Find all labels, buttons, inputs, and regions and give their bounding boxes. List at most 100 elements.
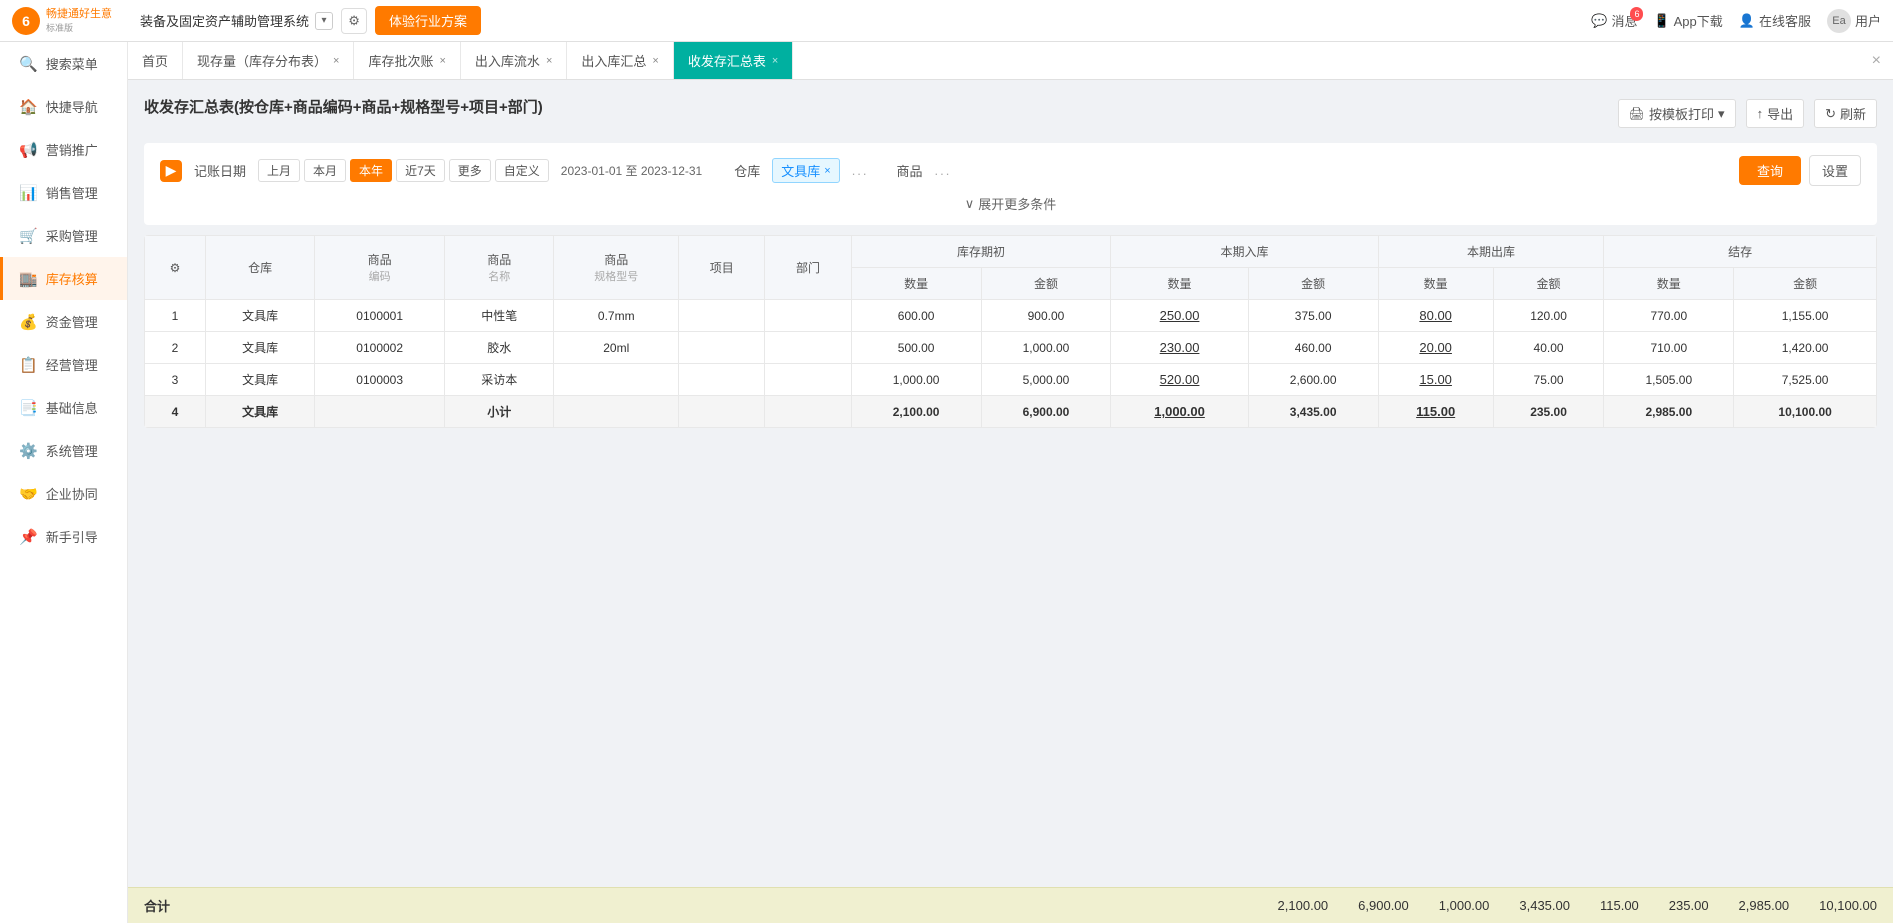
- tab-batch-ledger[interactable]: 库存批次账 ×: [354, 42, 460, 80]
- cell-out-qty[interactable]: 115.00: [1378, 396, 1493, 428]
- date-btn-this-month[interactable]: 本月: [304, 159, 346, 182]
- date-btn-this-year[interactable]: 本年: [350, 159, 392, 182]
- sidebar-label-quick-nav: 快捷导航: [46, 97, 98, 116]
- sidebar-item-finance[interactable]: 💰 资金管理: [0, 300, 127, 343]
- cell-warehouse: 文具库: [205, 332, 314, 364]
- cell-init-qty: 2,100.00: [851, 396, 981, 428]
- print-btn[interactable]: 🖨 按模板打印 ▾: [1618, 99, 1736, 128]
- th-in-qty: 数量: [1111, 268, 1248, 300]
- table-settings-header[interactable]: ⚙: [145, 236, 206, 300]
- top-bar: 6 畅捷通好生意 标准版 装备及固定资产辅助管理系统 ▾ ⚙ 体验行业方案 💬 …: [0, 0, 1893, 42]
- cell-in-qty[interactable]: 250.00: [1111, 300, 1248, 332]
- cell-code: 0100002: [315, 332, 445, 364]
- date-btn-last-month[interactable]: 上月: [258, 159, 300, 182]
- warehouse-filter-label: 仓库: [734, 161, 760, 180]
- tab-bar: 首页 现存量（库存分布表） × 库存批次账 × 出入库流水 × 出入库汇总 × …: [128, 42, 1893, 80]
- cell-in-qty[interactable]: 520.00: [1111, 364, 1248, 396]
- cell-out-amt: 120.00: [1493, 300, 1604, 332]
- gear-icon-btn[interactable]: ⚙: [341, 8, 367, 34]
- cell-no: 3: [145, 364, 206, 396]
- online-service-btn[interactable]: 👤 在线客服: [1739, 11, 1811, 30]
- cell-spec: [554, 396, 679, 428]
- sidebar-item-inventory[interactable]: 🏬 库存核算: [0, 257, 127, 300]
- warehouse-tag-close[interactable]: ×: [824, 165, 830, 177]
- cell-in-qty[interactable]: 1,000.00: [1111, 396, 1248, 428]
- date-btn-custom[interactable]: 自定义: [495, 159, 549, 182]
- tab-in-out-flow-close[interactable]: ×: [546, 55, 552, 67]
- sidebar-item-system[interactable]: ⚙️ 系统管理: [0, 429, 127, 472]
- home-icon: 🏠: [19, 98, 38, 116]
- page-footer: 合计 2,100.00 6,900.00 1,000.00 3,435.00 1…: [128, 887, 1893, 923]
- goods-ellipsis[interactable]: ...: [935, 163, 952, 178]
- user-area[interactable]: Ea 用户: [1827, 9, 1881, 33]
- sidebar-item-sales[interactable]: 📊 销售管理: [0, 171, 127, 214]
- footer-bal-amt: 10,100.00: [1819, 898, 1877, 913]
- cell-project: [679, 332, 765, 364]
- sidebar: 🔍 搜索菜单 🏠 快捷导航 📢 营销推广 📊 销售管理 🛒 采购管理 🏬 库存核…: [0, 42, 128, 923]
- cell-out-qty[interactable]: 15.00: [1378, 364, 1493, 396]
- expand-conditions-btn[interactable]: ∨ 展开更多条件: [965, 194, 1057, 213]
- sidebar-item-purchase[interactable]: 🛒 采购管理: [0, 214, 127, 257]
- query-button[interactable]: 查询: [1739, 156, 1801, 185]
- date-filter-label: 记账日期: [194, 161, 246, 180]
- date-btn-last-7-days[interactable]: 近7天: [396, 159, 445, 182]
- sidebar-item-basic-info[interactable]: 📑 基础信息: [0, 386, 127, 429]
- cell-out-qty[interactable]: 20.00: [1378, 332, 1493, 364]
- date-filter-btns: 上月 本月 本年 近7天 更多 自定义: [258, 159, 549, 182]
- trial-button[interactable]: 体验行业方案: [375, 6, 481, 35]
- tab-stock-dist-close[interactable]: ×: [333, 55, 339, 67]
- app-icon: 📱: [1653, 13, 1669, 29]
- tab-batch-ledger-close[interactable]: ×: [439, 55, 445, 67]
- system-title-dropdown[interactable]: ▾: [315, 12, 333, 30]
- cell-in-qty[interactable]: 230.00: [1111, 332, 1248, 364]
- cell-init-amt: 5,000.00: [981, 364, 1111, 396]
- sidebar-item-operations[interactable]: 📋 经营管理: [0, 343, 127, 386]
- app-download-label: App下载: [1674, 11, 1723, 30]
- tab-recv-send-summary[interactable]: 收发存汇总表 ×: [674, 42, 793, 80]
- th-spec: 商品规格型号: [554, 236, 679, 300]
- refresh-btn[interactable]: ↻ 刷新: [1814, 99, 1877, 128]
- th-bal-qty: 数量: [1604, 268, 1734, 300]
- tab-stock-dist[interactable]: 现存量（库存分布表） ×: [183, 42, 354, 80]
- date-btn-more[interactable]: 更多: [449, 159, 491, 182]
- tab-in-out-flow[interactable]: 出入库流水 ×: [461, 42, 567, 80]
- setting-button[interactable]: 设置: [1809, 155, 1861, 186]
- sidebar-item-marketing[interactable]: 📢 营销推广: [0, 128, 127, 171]
- sidebar-label-cooperation: 企业协同: [46, 484, 98, 503]
- tab-home[interactable]: 首页: [128, 42, 183, 80]
- logo-text: 畅捷通好生意: [46, 7, 112, 21]
- tab-in-out-summary[interactable]: 出入库汇总 ×: [567, 42, 673, 80]
- app-download-btn[interactable]: 📱 App下载: [1653, 11, 1722, 30]
- cell-out-amt: 75.00: [1493, 364, 1604, 396]
- sidebar-item-quick-nav[interactable]: 🏠 快捷导航: [0, 85, 127, 128]
- sidebar-item-search[interactable]: 🔍 搜索菜单: [0, 42, 127, 85]
- cell-out-qty[interactable]: 80.00: [1378, 300, 1493, 332]
- tab-home-label: 首页: [142, 51, 168, 70]
- page-content: 收发存汇总表(按仓库+商品编码+商品+规格型号+项目+部门) 🖨 按模板打印 ▾…: [128, 80, 1893, 887]
- print-dropdown-icon: ▾: [1718, 106, 1725, 122]
- search-icon: 🔍: [19, 55, 38, 73]
- cell-init-qty: 500.00: [851, 332, 981, 364]
- action-btns: 查询 设置: [1739, 155, 1861, 186]
- filter-toggle-btn[interactable]: ▶: [160, 160, 182, 182]
- footer-init-qty: 2,100.00: [1278, 898, 1329, 913]
- message-btn[interactable]: 💬 消息 6: [1591, 11, 1637, 30]
- cell-spec: [554, 364, 679, 396]
- tab-in-out-summary-label: 出入库汇总: [581, 51, 646, 70]
- goods-filter-label: 商品: [897, 161, 923, 180]
- th-in-amt: 金额: [1248, 268, 1378, 300]
- tab-recv-send-summary-close[interactable]: ×: [772, 55, 778, 67]
- footer-in-qty: 1,000.00: [1439, 898, 1490, 913]
- footer-in-amt: 3,435.00: [1519, 898, 1570, 913]
- export-btn[interactable]: ↑ 导出: [1746, 99, 1805, 128]
- warehouse-ellipsis[interactable]: ...: [852, 163, 869, 178]
- tab-in-out-summary-close[interactable]: ×: [652, 55, 658, 67]
- cell-bal-qty: 1,505.00: [1604, 364, 1734, 396]
- footer-bal-qty: 2,985.00: [1739, 898, 1790, 913]
- print-label: 按模板打印: [1649, 104, 1714, 123]
- th-init-qty: 数量: [851, 268, 981, 300]
- sidebar-item-guide[interactable]: 📌 新手引导: [0, 515, 127, 558]
- footer-total-label: 合计: [144, 896, 170, 915]
- sidebar-item-cooperation[interactable]: 🤝 企业协同: [0, 472, 127, 515]
- tab-bar-close-btn[interactable]: ×: [1860, 52, 1893, 70]
